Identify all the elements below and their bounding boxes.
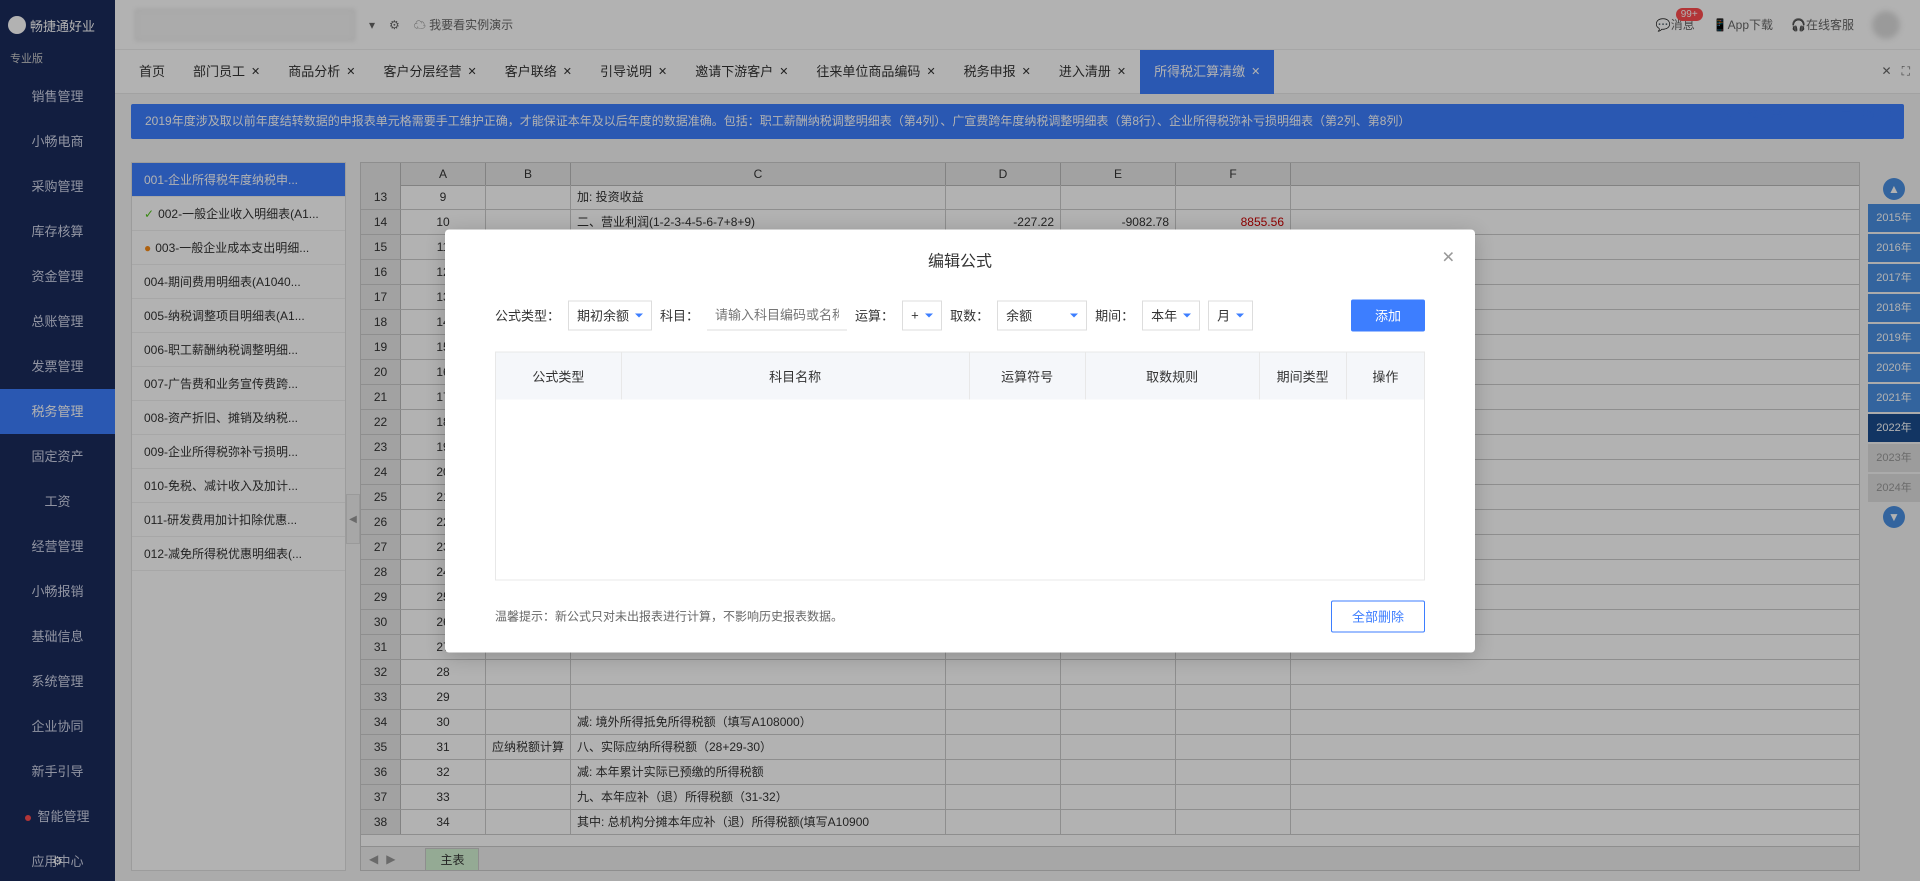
label-type: 公式类型： xyxy=(495,306,560,325)
label-fetch: 取数： xyxy=(950,306,989,325)
label-period: 期间： xyxy=(1095,306,1134,325)
table-header: 取数规则 xyxy=(1086,352,1260,399)
close-icon[interactable]: ✕ xyxy=(1442,247,1455,267)
label-subject: 科目： xyxy=(660,306,699,325)
type-select[interactable]: 期初余额 xyxy=(568,300,652,330)
add-button[interactable]: 添加 xyxy=(1351,299,1425,331)
footer-hint: 温馨提示：新公式只对未出报表进行计算，不影响历史报表数据。 xyxy=(495,608,843,625)
table-header: 运算符号 xyxy=(970,352,1086,399)
subject-input[interactable] xyxy=(707,300,847,330)
table-header: 操作 xyxy=(1347,352,1424,399)
table-header: 科目名称 xyxy=(622,352,970,399)
fetch-select[interactable]: 余额 xyxy=(997,300,1087,330)
formula-form: 公式类型： 期初余额 科目： 运算： + 取数： 余额 期间： 本年 月 添加 xyxy=(445,289,1475,351)
table-header: 公式类型 xyxy=(496,352,622,399)
dialog-header: 编辑公式 ✕ xyxy=(445,229,1475,289)
table-body-empty xyxy=(496,399,1424,579)
period-year-select[interactable]: 本年 xyxy=(1142,300,1200,330)
period-month-select[interactable]: 月 xyxy=(1208,300,1253,330)
op-select[interactable]: + xyxy=(902,300,942,330)
dialog-title: 编辑公式 xyxy=(928,247,992,271)
formula-table: 公式类型科目名称运算符号取数规则期间类型操作 xyxy=(495,351,1425,580)
clear-all-button[interactable]: 全部删除 xyxy=(1331,600,1425,632)
label-op: 运算： xyxy=(855,306,894,325)
table-header: 期间类型 xyxy=(1260,352,1347,399)
edit-formula-dialog: 编辑公式 ✕ 公式类型： 期初余额 科目： 运算： + 取数： 余额 期间： 本… xyxy=(445,229,1475,652)
